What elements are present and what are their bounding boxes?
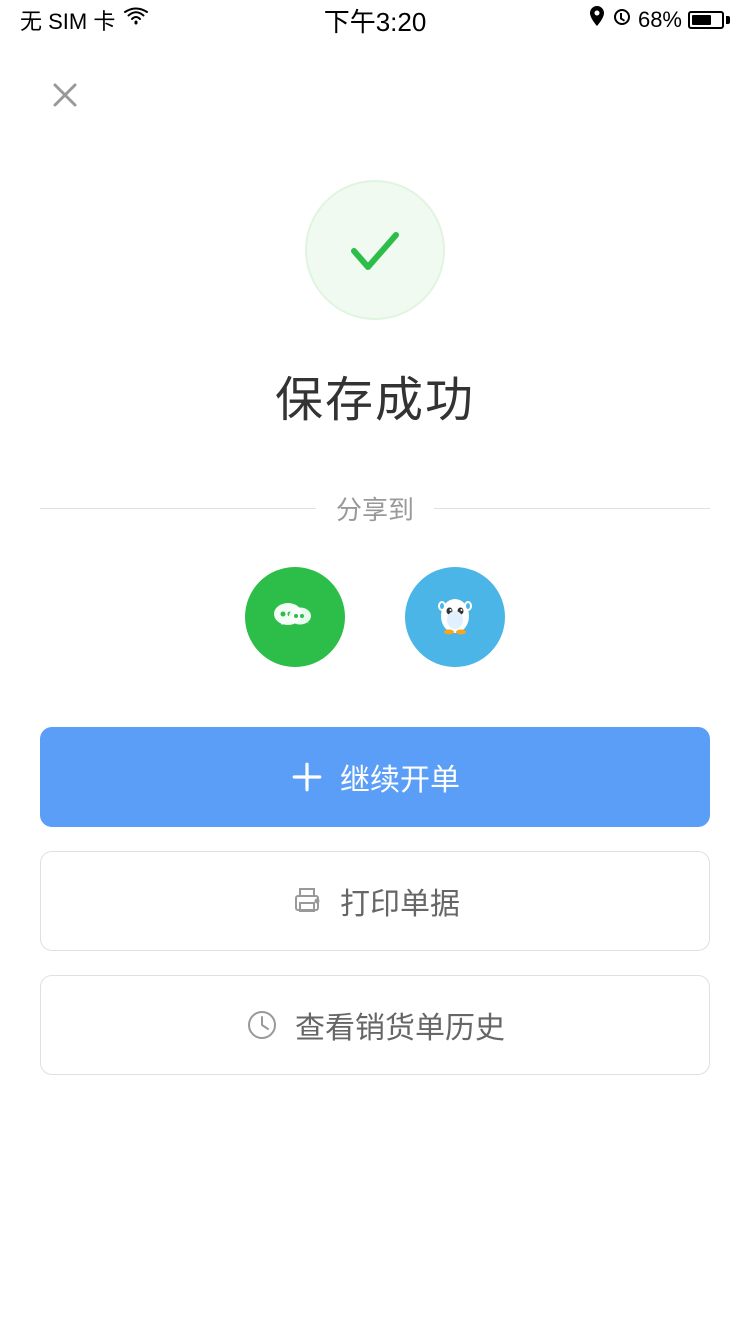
share-section: 分享到 bbox=[0, 490, 750, 667]
share-label: 分享到 bbox=[336, 490, 414, 527]
success-title: 保存成功 bbox=[275, 360, 475, 430]
continue-label: 继续开单 bbox=[340, 755, 460, 799]
share-icons bbox=[40, 567, 710, 667]
printer-icon bbox=[290, 884, 324, 918]
alarm-icon bbox=[612, 7, 632, 33]
print-label: 打印单据 bbox=[340, 879, 460, 923]
share-divider: 分享到 bbox=[40, 490, 710, 527]
success-section: 保存成功 bbox=[0, 120, 750, 430]
status-left: 无 SIM 卡 bbox=[20, 4, 149, 36]
status-time: 下午3:20 bbox=[324, 2, 427, 39]
clock-icon bbox=[245, 1008, 279, 1042]
status-right: 68% bbox=[588, 6, 730, 34]
continue-button[interactable]: 继续开单 bbox=[40, 727, 710, 827]
checkmark-icon bbox=[340, 215, 410, 285]
carrier-text: 无 SIM 卡 bbox=[20, 4, 115, 36]
qq-share-button[interactable] bbox=[405, 567, 505, 667]
actions-section: 继续开单 打印单据 查看销货单历史 bbox=[0, 667, 750, 1075]
close-button[interactable] bbox=[40, 70, 90, 120]
plus-icon bbox=[290, 760, 324, 794]
location-icon bbox=[588, 6, 606, 34]
success-circle bbox=[305, 180, 445, 320]
history-label: 查看销货单历史 bbox=[295, 1003, 505, 1047]
status-bar: 无 SIM 卡 下午3:20 68% bbox=[0, 0, 750, 40]
wifi-icon bbox=[123, 7, 149, 33]
wechat-share-button[interactable] bbox=[245, 567, 345, 667]
close-area bbox=[0, 40, 750, 120]
battery-icon bbox=[688, 11, 730, 29]
battery-text: 68% bbox=[638, 7, 682, 33]
qq-icon bbox=[426, 588, 484, 646]
history-button[interactable]: 查看销货单历史 bbox=[40, 975, 710, 1075]
wechat-icon bbox=[266, 588, 324, 646]
print-button[interactable]: 打印单据 bbox=[40, 851, 710, 951]
